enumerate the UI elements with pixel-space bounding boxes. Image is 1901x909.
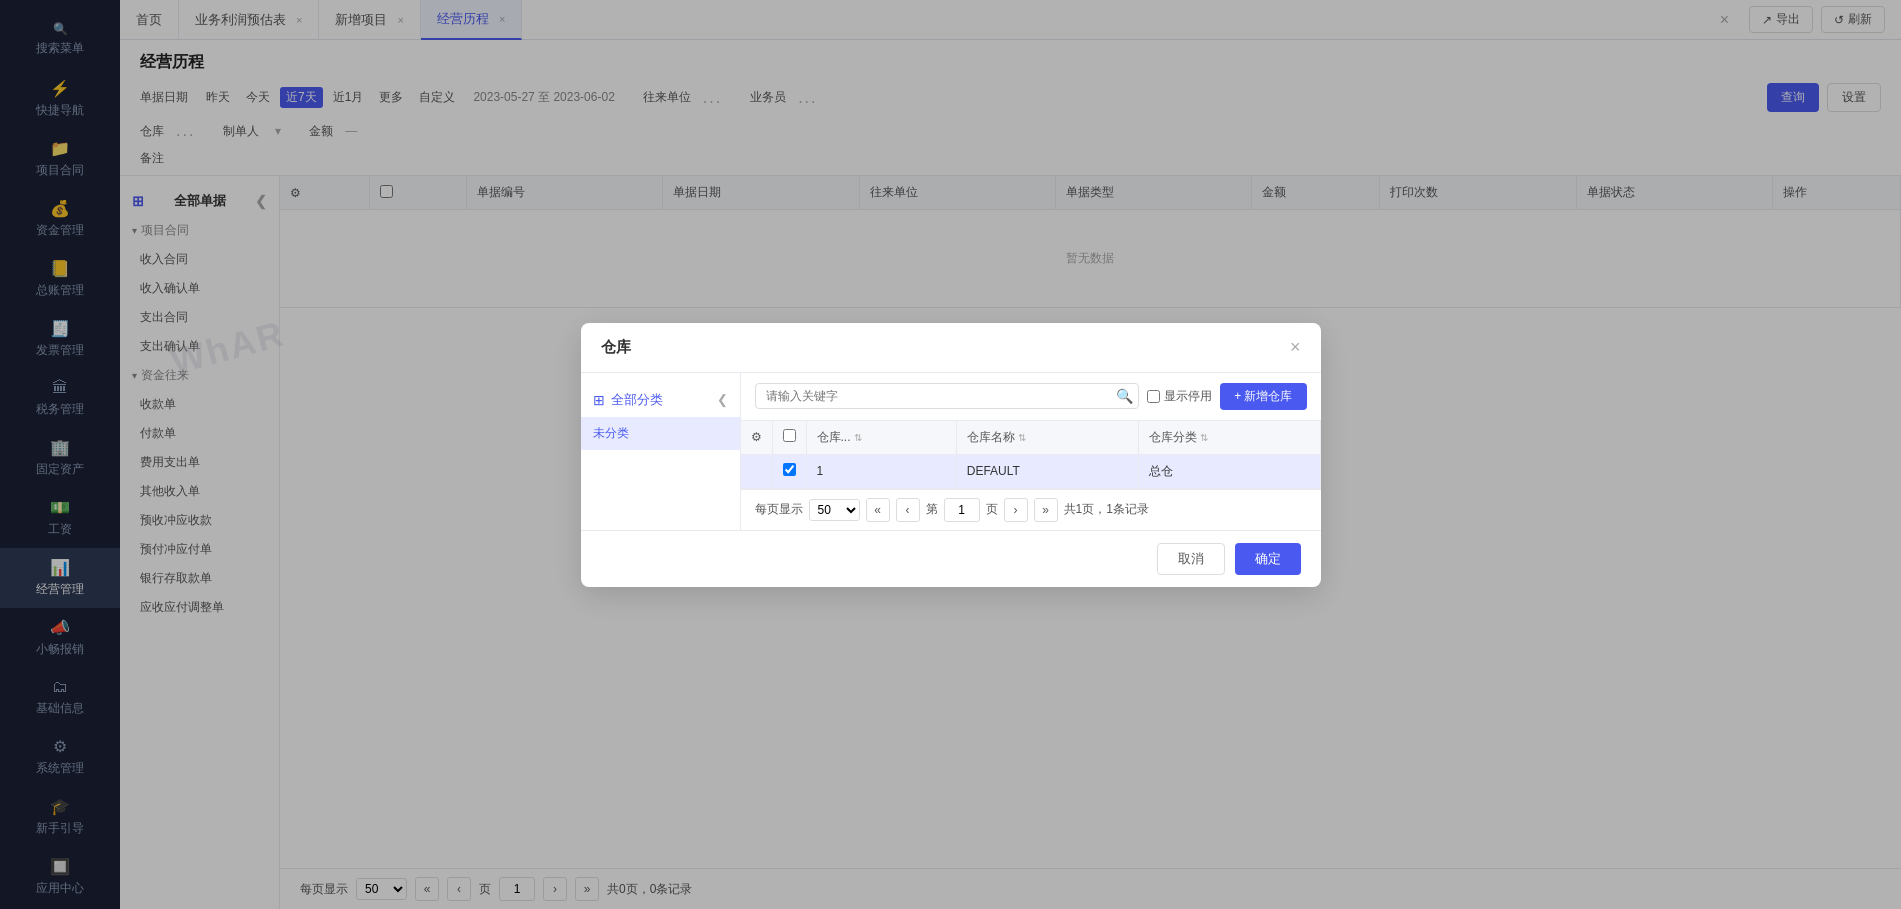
modal-left-panel: ⊞ 全部分类 ❮ 未分类: [581, 373, 741, 530]
modal-header: 仓库 ×: [581, 323, 1321, 373]
show-disabled-label[interactable]: 显示停用: [1147, 388, 1212, 405]
row-id: 1: [806, 454, 956, 488]
modal-col-check[interactable]: [772, 421, 806, 455]
modal-pagination: 每页显示 50 100 « ‹ 第 页 › » 共1页，1条记录: [741, 489, 1321, 530]
modal-col-gear[interactable]: ⚙: [741, 421, 773, 455]
show-disabled-text: 显示停用: [1164, 388, 1212, 405]
search-wrapper: 🔍: [755, 383, 1140, 409]
warehouse-modal: 仓库 × ⊞ 全部分类 ❮ 未分类: [581, 323, 1321, 587]
show-disabled-checkbox[interactable]: [1147, 390, 1160, 403]
modal-search-input[interactable]: [755, 383, 1140, 409]
sort-category-icon: ⇅: [1200, 432, 1208, 443]
row-gear: [741, 454, 773, 488]
cancel-button[interactable]: 取消: [1157, 543, 1225, 575]
modal-uncategorized[interactable]: 未分类: [581, 417, 740, 450]
modal-last-btn[interactable]: »: [1034, 498, 1058, 522]
add-warehouse-btn[interactable]: + 新增仓库: [1220, 383, 1306, 410]
search-icon[interactable]: 🔍: [1116, 388, 1133, 404]
modal-close-btn[interactable]: ×: [1290, 337, 1301, 358]
modal-gear-icon: ⚙: [751, 430, 762, 444]
modal-all-category[interactable]: ⊞ 全部分类 ❮: [581, 383, 740, 417]
modal-next-btn[interactable]: ›: [1004, 498, 1028, 522]
modal-col-name[interactable]: 仓库名称 ⇅: [956, 421, 1138, 455]
modal-page-suffix: 页: [986, 501, 998, 518]
sort-name-icon: ⇅: [1018, 432, 1026, 443]
modal-col-code[interactable]: 仓库... ⇅: [806, 421, 956, 455]
modal-toolbar: 🔍 显示停用 + 新增仓库: [741, 373, 1321, 421]
row-code: DEFAULT: [956, 454, 1138, 488]
row-select-checkbox[interactable]: [783, 463, 796, 476]
row-checkbox[interactable]: [772, 454, 806, 488]
modal-overlay[interactable]: 仓库 × ⊞ 全部分类 ❮ 未分类: [0, 0, 1901, 909]
modal-col-category[interactable]: 仓库分类 ⇅: [1138, 421, 1320, 455]
modal-per-page-select[interactable]: 50 100: [809, 499, 860, 521]
modal-all-category-label: 全部分类: [611, 391, 663, 409]
modal-total: 共1页，1条记录: [1064, 501, 1149, 518]
modal-right-panel: 🔍 显示停用 + 新增仓库 ⚙: [741, 373, 1321, 530]
grid-icon: ⊞: [593, 392, 605, 408]
modal-title: 仓库: [601, 338, 631, 357]
confirm-button[interactable]: 确定: [1235, 543, 1301, 575]
modal-prev-btn[interactable]: ‹: [896, 498, 920, 522]
modal-select-all[interactable]: [783, 429, 796, 442]
modal-table-wrapper: ⚙ 仓库... ⇅ 仓库名称 ⇅: [741, 421, 1321, 489]
modal-footer: 取消 确定: [581, 530, 1321, 587]
modal-page-input[interactable]: [944, 498, 980, 522]
sort-code-icon: ⇅: [854, 432, 862, 443]
row-name: 总仓: [1138, 454, 1320, 488]
table-row[interactable]: 1 DEFAULT 总仓: [741, 454, 1321, 488]
modal-uncategorized-label: 未分类: [593, 426, 629, 440]
collapse-left-btn[interactable]: ❮: [717, 392, 728, 407]
modal-per-page-label: 每页显示: [755, 501, 803, 518]
modal-first-btn[interactable]: «: [866, 498, 890, 522]
modal-body: ⊞ 全部分类 ❮ 未分类 🔍 显示停用: [581, 373, 1321, 530]
modal-table: ⚙ 仓库... ⇅ 仓库名称 ⇅: [741, 421, 1321, 489]
modal-page-label: 第: [926, 501, 938, 518]
